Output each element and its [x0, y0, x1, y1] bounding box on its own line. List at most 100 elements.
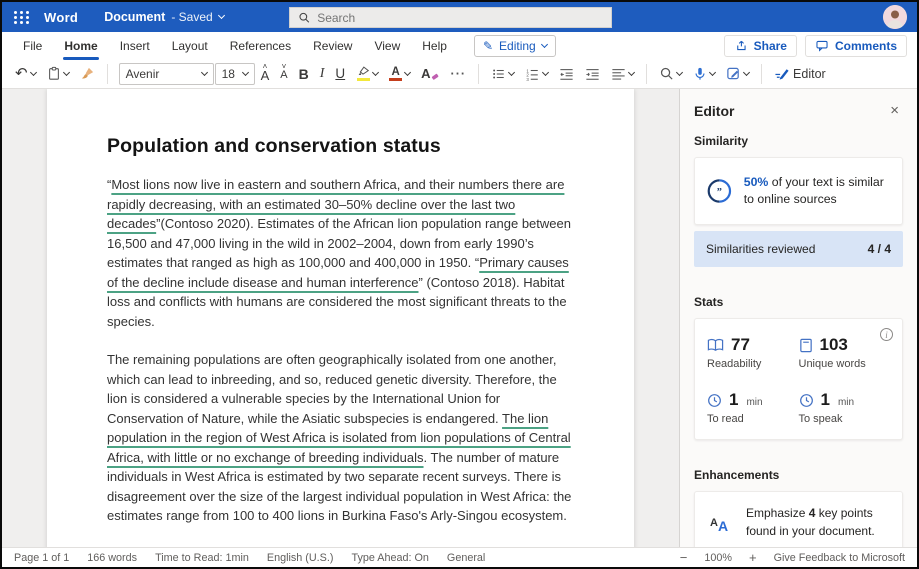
- font-size-value: 18: [221, 66, 235, 81]
- stat-unit: min: [746, 397, 763, 408]
- similarities-reviewed-row[interactable]: Similarities reviewed 4 / 4: [694, 231, 903, 267]
- enhancements-section-title: Enhancements: [694, 468, 780, 482]
- editor-pane: Editor × Similarity ” 50% of your text i…: [679, 89, 917, 547]
- tab-layout[interactable]: Layout: [161, 32, 219, 60]
- document-title[interactable]: Document: [104, 10, 165, 24]
- language-status[interactable]: English (U.S.): [267, 552, 334, 564]
- tab-view[interactable]: View: [363, 32, 411, 60]
- italic-button[interactable]: I: [315, 63, 330, 85]
- grow-font-button[interactable]: ˄ A: [256, 63, 275, 84]
- chevron-down-icon[interactable]: [217, 11, 225, 20]
- document-page[interactable]: Population and conservation status “Most…: [47, 89, 634, 547]
- zoom-in-button[interactable]: +: [749, 550, 757, 565]
- stat-unit: min: [837, 397, 855, 408]
- decrease-indent-button[interactable]: [554, 64, 579, 84]
- share-button[interactable]: Share: [723, 34, 797, 57]
- more-font-options-button[interactable]: ···: [446, 64, 472, 84]
- clear-formatting-button[interactable]: A: [416, 63, 444, 84]
- bullet-list-button[interactable]: [486, 64, 519, 84]
- paragraph[interactable]: The remaining populations are often geog…: [107, 350, 574, 526]
- editor-pane-title: Editor: [694, 103, 735, 119]
- emphasize-key-points-row[interactable]: A A Emphasize 4 key points found in your…: [695, 492, 902, 547]
- toolbar-divider: [646, 63, 648, 84]
- zoom-out-button[interactable]: −: [680, 550, 688, 565]
- zoom-level[interactable]: 100%: [704, 552, 732, 564]
- sensitivity-button[interactable]: [721, 63, 754, 84]
- undo-button[interactable]: ↶: [10, 64, 41, 84]
- give-feedback-link[interactable]: Give Feedback to Microsoft: [774, 552, 905, 564]
- toolbar-divider: [106, 63, 108, 84]
- stat-label: Readability: [707, 358, 762, 370]
- save-status: - Saved: [171, 10, 213, 24]
- word-count-status[interactable]: 166 words: [87, 552, 137, 564]
- chevron-down-icon: [404, 68, 412, 76]
- align-icon: [612, 68, 625, 80]
- close-icon[interactable]: ×: [886, 102, 903, 120]
- tab-file[interactable]: File: [12, 32, 53, 60]
- ellipsis-icon: ···: [450, 66, 467, 81]
- document-heading[interactable]: Population and conservation status: [107, 135, 574, 158]
- chevron-down-icon: [507, 68, 516, 76]
- tab-references[interactable]: References: [219, 32, 302, 60]
- similarity-ring-icon: ”: [707, 179, 732, 203]
- paste-button[interactable]: [42, 63, 74, 84]
- font-size-select[interactable]: 18: [214, 62, 255, 85]
- status-bar: Page 1 of 1 166 words Time to Read: 1min…: [2, 547, 917, 567]
- search-input[interactable]: [317, 10, 603, 25]
- svg-text:A: A: [710, 517, 718, 529]
- word-online-window: Word Document - Saved File Home Insert L…: [0, 0, 919, 569]
- account-avatar[interactable]: [883, 5, 907, 29]
- document-canvas-area: Population and conservation status “Most…: [2, 89, 679, 547]
- increase-indent-icon: [586, 68, 599, 80]
- find-button[interactable]: [654, 63, 687, 84]
- editing-mode-dropdown[interactable]: ✎ Editing: [473, 34, 556, 57]
- editor-button[interactable]: Editor: [769, 63, 831, 84]
- enhancements-card: A A Emphasize 4 key points found in your…: [694, 491, 903, 547]
- stat-value: 77: [731, 335, 750, 354]
- grow-font-icon: A: [260, 68, 270, 83]
- app-name[interactable]: Word: [44, 10, 78, 25]
- paragraph[interactable]: A second population is located in the ar…: [107, 545, 574, 548]
- format-painter-button[interactable]: [75, 63, 100, 84]
- chevron-down-icon: [372, 68, 380, 76]
- type-ahead-status[interactable]: Type Ahead: On: [351, 552, 428, 564]
- highlighter-icon: [356, 66, 370, 81]
- stat-label: Unique words: [798, 358, 866, 370]
- tab-review[interactable]: Review: [302, 32, 363, 60]
- person-icon: [883, 5, 907, 29]
- numbered-list-button[interactable]: 1 2 3: [520, 64, 553, 84]
- similarity-card[interactable]: ” 50% of your text is similar to online …: [694, 157, 903, 225]
- underline-button[interactable]: U: [330, 63, 350, 84]
- text-highlight-button[interactable]: [351, 63, 383, 84]
- document-body: “Most lions now live in eastern and sout…: [107, 175, 574, 547]
- share-label: Share: [753, 38, 787, 53]
- page-count-status[interactable]: Page 1 of 1: [14, 552, 69, 564]
- editor-pen-icon: [775, 69, 789, 80]
- similarity-summary: 50% of your text is similar to online so…: [743, 174, 884, 207]
- stat-label: To read: [707, 413, 744, 425]
- info-icon[interactable]: i: [880, 328, 893, 341]
- similarity-percent: 50%: [743, 174, 769, 189]
- bold-button[interactable]: B: [294, 63, 314, 85]
- paragraph[interactable]: “Most lions now live in eastern and sout…: [107, 175, 574, 331]
- search-bar[interactable]: [289, 7, 612, 28]
- sensitivity-status[interactable]: General: [447, 552, 485, 564]
- tab-home[interactable]: Home: [53, 32, 108, 60]
- font-name-select[interactable]: Avenir: [118, 62, 214, 85]
- shrink-font-button[interactable]: ˅ A: [275, 63, 292, 84]
- title-bar: Word Document - Saved: [2, 2, 917, 32]
- sensitivity-label-icon: [727, 67, 739, 80]
- tab-insert[interactable]: Insert: [109, 32, 161, 60]
- align-button[interactable]: [606, 64, 639, 84]
- font-color-button[interactable]: A: [384, 64, 415, 84]
- increase-indent-button[interactable]: [580, 64, 605, 84]
- editor-button-label: Editor: [793, 66, 826, 81]
- underline-icon: U: [335, 66, 346, 81]
- dictate-button[interactable]: [688, 63, 720, 84]
- time-to-read-status[interactable]: Time to Read: 1min: [155, 552, 249, 564]
- app-launcher-icon[interactable]: [14, 10, 30, 24]
- stat-unique-words: 103 Unique words: [799, 335, 891, 370]
- tab-help[interactable]: Help: [411, 32, 458, 60]
- shrink-font-icon: A: [280, 69, 288, 81]
- comments-button[interactable]: Comments: [804, 34, 907, 57]
